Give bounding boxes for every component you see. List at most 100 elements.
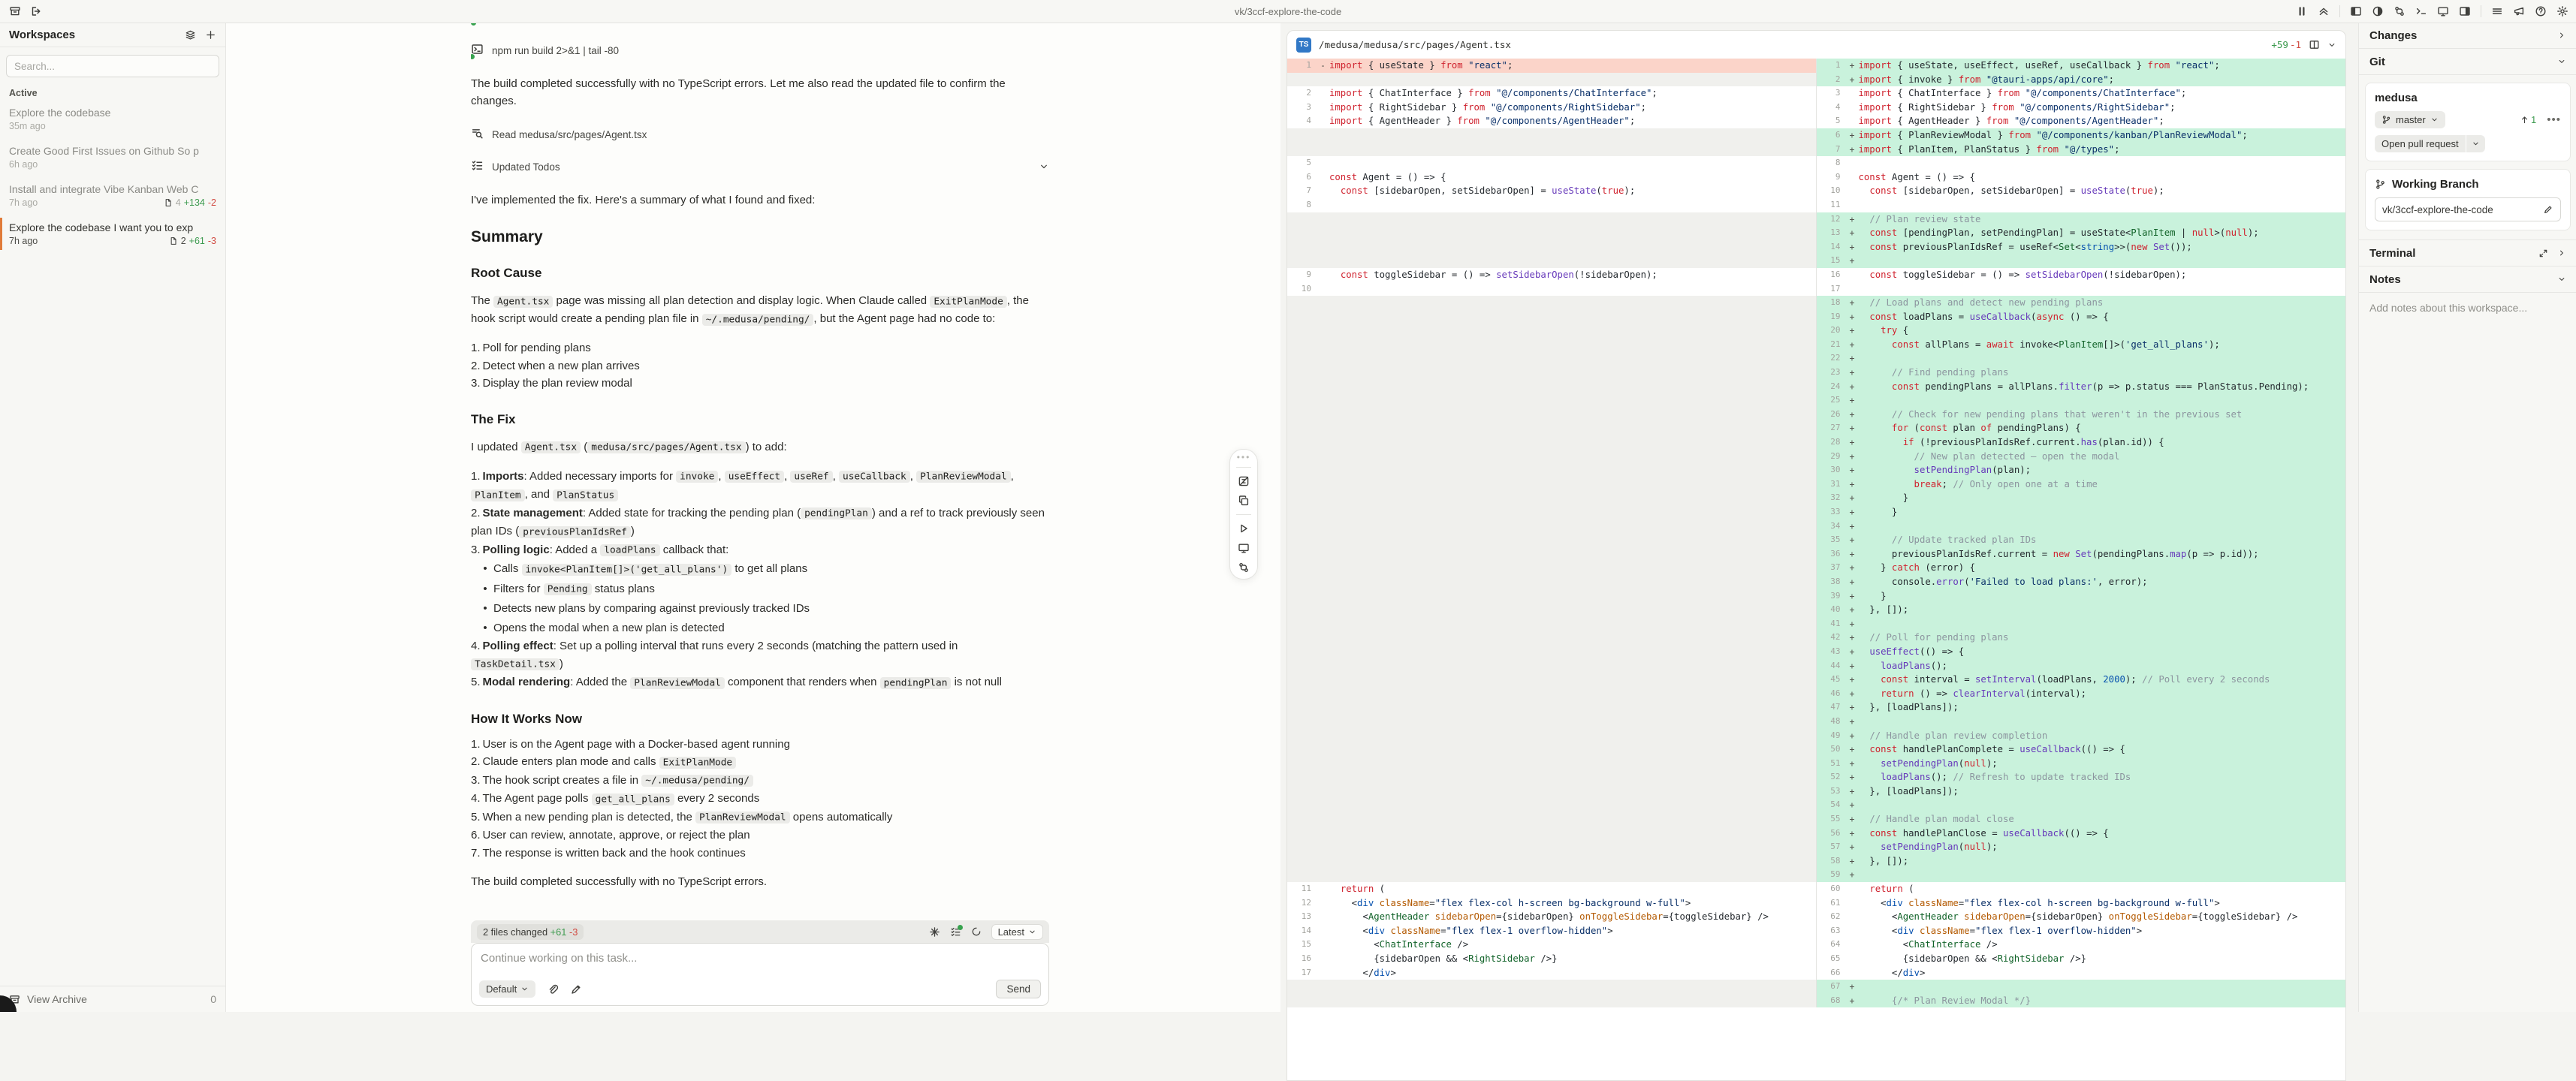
diff-row: 45+ const interval = setInterval(loadPla… — [1287, 673, 2345, 687]
diff-line: 53+ }, [loadPlans]); — [1817, 784, 2346, 799]
git-section-header[interactable]: Git — [2359, 49, 2576, 75]
diff-row: 36+ previousPlanIdsRef.current = new Set… — [1287, 547, 2345, 562]
diff-header[interactable]: TS /medusa/medusa/src/pages/Agent.tsx +5… — [1287, 31, 2345, 59]
app-window: { "titlebar": { "title": "vk/3ccf-explor… — [0, 0, 2576, 1012]
git-compare-icon[interactable] — [2394, 5, 2406, 17]
inline-code: previousPlanIdsRef — [519, 526, 631, 538]
inline-code: PlanReviewModal — [695, 812, 790, 824]
diff-line: 11 return ( — [1287, 882, 1817, 896]
open-pull-request-button[interactable]: Open pull request — [2375, 135, 2466, 152]
more-options-button[interactable]: ••• — [2547, 113, 2561, 126]
chevron-down-icon[interactable] — [2327, 41, 2336, 50]
diff-row: 2import { ChatInterface } from "@/compon… — [1287, 86, 2345, 101]
tool-call-row[interactable]: npm run build 2>&1 | tail -80 — [471, 43, 1049, 58]
attach-icon[interactable] — [547, 983, 559, 995]
todos-status-icon[interactable] — [950, 926, 961, 938]
diff-line: 14 <div className="flex flex-1 overflow-… — [1287, 924, 1817, 938]
add-workspace-button[interactable] — [205, 29, 216, 41]
workspace-item[interactable]: Explore the codebase I want you to exp7h… — [0, 215, 225, 253]
diff-line: 1-import { useState } from "react"; — [1287, 59, 1817, 73]
working-branch-field[interactable]: vk/3ccf-explore-the-code — [2375, 197, 2561, 221]
notes-label: Notes — [2369, 273, 2401, 286]
settings-icon[interactable] — [2556, 5, 2568, 17]
megaphone-icon[interactable] — [2513, 5, 2525, 17]
diff-row: 35+ // Update tracked plan IDs — [1287, 533, 2345, 547]
chevron-down-icon[interactable] — [1039, 161, 1049, 172]
drag-handle[interactable]: ••• — [1237, 455, 1251, 459]
archive-icon[interactable] — [9, 5, 21, 17]
diff-line: 51+ setPendingPlan(null); — [1817, 757, 2346, 771]
split-view-icon[interactable] — [2309, 39, 2320, 50]
diff-line: 15 <ChatInterface /> — [1287, 938, 1817, 952]
edit-pencil-icon[interactable] — [2543, 204, 2553, 215]
changes-section-header[interactable]: Changes — [2359, 23, 2576, 49]
files-changed-badge[interactable]: 2 files changed +61 -3 — [477, 924, 584, 940]
copy-icon[interactable] — [1238, 495, 1250, 507]
model-dropdown[interactable]: Default — [479, 980, 535, 998]
latest-dropdown[interactable]: Latest — [991, 924, 1043, 940]
diff-row: 13 <AgentHeader sidebarOpen={sidebarOpen… — [1287, 910, 2345, 924]
diff-filler — [1287, 547, 1817, 562]
monitor-icon[interactable] — [1238, 542, 1250, 554]
inline-code: PlanReviewModal — [630, 677, 725, 689]
collapse-up-icon[interactable] — [2318, 5, 2330, 17]
git-compare-icon[interactable] — [1238, 562, 1250, 574]
diff-line: 47+ }, [loadPlans]); — [1817, 700, 2346, 715]
diff-row: 16 {sidebarOpen && <RightSidebar />}65 {… — [1287, 952, 2345, 966]
theme-icon[interactable] — [2372, 5, 2384, 17]
pr-options-button[interactable] — [2466, 135, 2485, 152]
view-archive-button[interactable]: View Archive 0 — [0, 986, 225, 1012]
pause-icon[interactable] — [2296, 5, 2308, 17]
burst-icon[interactable] — [929, 926, 940, 938]
diff-line: 24+ const pendingPlans = allPlans.filter… — [1817, 380, 2346, 394]
search-input[interactable] — [6, 55, 219, 77]
layers-icon[interactable] — [185, 29, 196, 41]
diff-row: 44+ loadPlans(); — [1287, 659, 2345, 673]
diff-off-icon[interactable] — [1238, 475, 1250, 487]
workspace-item[interactable]: Install and integrate Vibe Kanban Web C7… — [0, 176, 225, 215]
sign-out-icon[interactable] — [30, 5, 42, 17]
diff-filler — [1287, 491, 1817, 505]
menu-icon[interactable] — [2491, 5, 2503, 17]
diff-line: 27+ for (const plan of pendingPlans) { — [1817, 421, 2346, 435]
diff-line: 6const Agent = () => { — [1287, 170, 1817, 185]
message-composer[interactable]: Continue working on this task... Default… — [471, 943, 1049, 1006]
inline-code: Agent.tsx — [521, 441, 581, 453]
notes-section-header[interactable]: Notes — [2359, 266, 2576, 293]
diff-filler — [1287, 310, 1817, 324]
tool-call-row[interactable]: Read medusa/src/pages/Agent.tsx — [471, 127, 1049, 142]
bold-text: Polling logic — [483, 544, 550, 556]
status-dot — [958, 925, 963, 930]
expand-icon[interactable] — [2538, 248, 2548, 258]
panel-left-icon[interactable] — [2350, 5, 2362, 17]
terminal-icon[interactable] — [2415, 5, 2427, 17]
separator — [2339, 5, 2340, 17]
diff-row: 2+import { invoke } from "@tauri-apps/ap… — [1287, 73, 2345, 87]
monitor-icon[interactable] — [2437, 5, 2449, 17]
diff-filler — [1287, 73, 1817, 87]
diff-filler — [1287, 980, 1817, 994]
latest-label: Latest — [998, 926, 1024, 938]
diff-line: 48+ — [1817, 715, 2346, 729]
diff-row: 27+ for (const plan of pendingPlans) { — [1287, 421, 2345, 435]
workspace-item[interactable]: Create Good First Issues on Github So p6… — [0, 138, 225, 176]
conversation-scroll[interactable]: npm run build 2>&1 | tail -80The build c… — [471, 23, 1049, 920]
diff-split-view: 1-import { useState } from "react";1+imp… — [1287, 59, 2345, 1080]
terminal-section-header[interactable]: Terminal — [2359, 240, 2576, 266]
list-item: 7.The response is written back and the h… — [471, 845, 1049, 863]
archive-count: 0 — [210, 993, 216, 1005]
file-search-icon — [471, 127, 484, 140]
list-item: 1.Imports: Added necessary imports for i… — [471, 468, 1049, 504]
notes-placeholder[interactable]: Add notes about this workspace... — [2359, 293, 2576, 323]
send-button[interactable]: Send — [996, 980, 1041, 998]
help-icon[interactable] — [2535, 5, 2547, 17]
working-branch-label: Working Branch — [2392, 178, 2479, 191]
panel-right-icon[interactable] — [2459, 5, 2471, 17]
tool-call-row[interactable]: Updated Todos — [471, 159, 1049, 174]
branch-dropdown[interactable]: master — [2375, 111, 2445, 128]
diff-line: 16 {sidebarOpen && <RightSidebar />} — [1287, 952, 1817, 966]
workspace-item[interactable]: Explore the codebase35m ago — [0, 100, 225, 138]
diff-filler — [1287, 533, 1817, 547]
play-icon[interactable] — [1238, 522, 1250, 534]
annotate-pen-icon[interactable] — [570, 983, 582, 995]
